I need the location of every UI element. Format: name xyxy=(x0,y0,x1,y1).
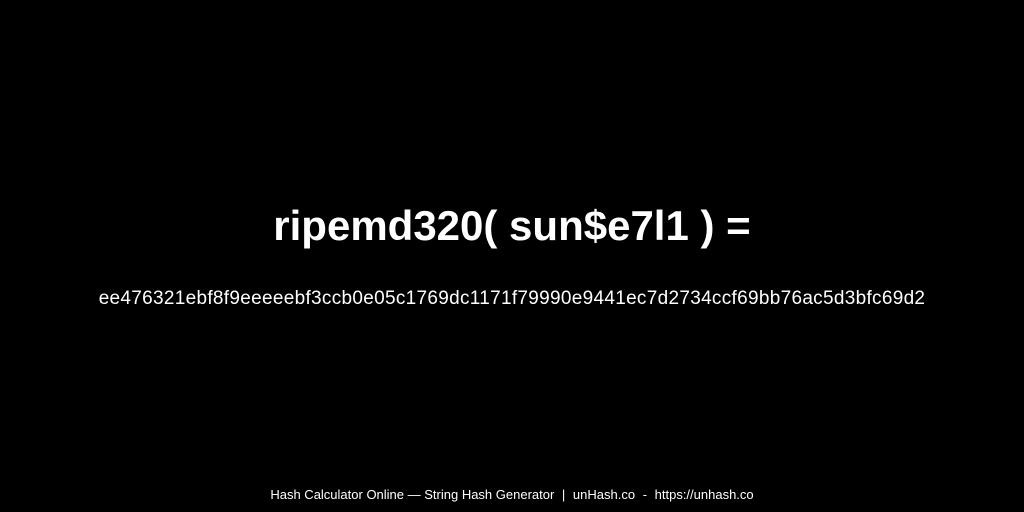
footer-url[interactable]: https://unhash.co xyxy=(653,487,756,502)
footer-separator-2: - xyxy=(637,487,653,502)
footer-site-name[interactable]: unHash.co xyxy=(571,487,637,502)
hash-expression: ripemd320( sun$e7l1 ) = xyxy=(273,202,750,250)
footer: Hash Calculator Online — String Hash Gen… xyxy=(0,487,1024,502)
footer-separator: | xyxy=(556,487,571,502)
footer-title: Hash Calculator Online — String Hash Gen… xyxy=(268,487,556,502)
main-content: ripemd320( sun$e7l1 ) = ee476321ebf8f9ee… xyxy=(0,0,1024,512)
hash-output-value: ee476321ebf8f9eeeeebf3ccb0e05c1769dc1171… xyxy=(99,288,926,310)
